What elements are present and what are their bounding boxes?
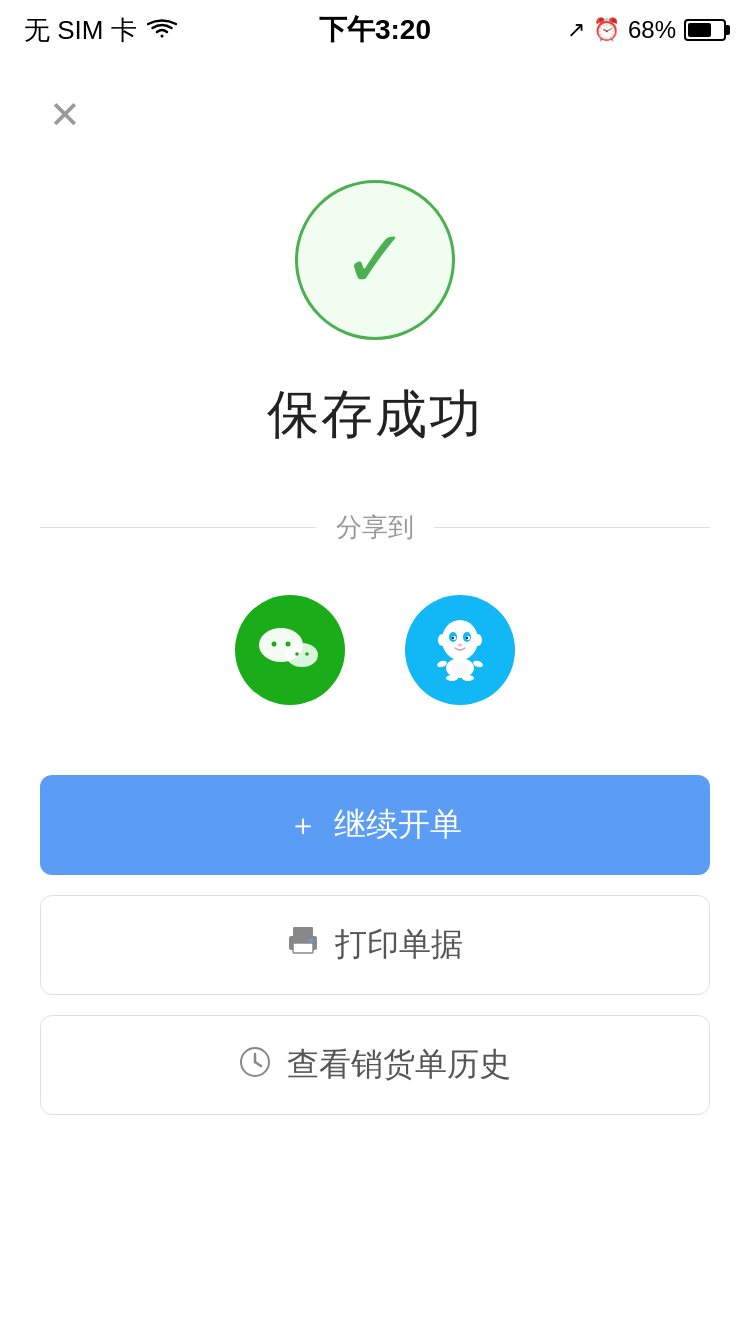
svg-rect-24	[293, 943, 313, 953]
svg-line-28	[255, 1062, 261, 1066]
svg-point-6	[442, 620, 478, 660]
svg-point-18	[462, 675, 474, 681]
continue-button[interactable]: ＋ 继续开单	[40, 775, 710, 875]
svg-rect-22	[293, 927, 313, 937]
svg-point-3	[286, 642, 291, 647]
svg-point-11	[452, 637, 454, 639]
continue-label: 继续开单	[334, 803, 462, 847]
printer-icon	[287, 927, 319, 964]
wechat-icon	[258, 623, 322, 677]
svg-point-1	[286, 643, 318, 667]
svg-point-21	[451, 662, 469, 674]
print-button[interactable]: 打印单据	[40, 895, 710, 995]
history-label: 查看销货单历史	[287, 1043, 511, 1087]
divider-line-right	[434, 527, 710, 528]
qq-share-button[interactable]	[405, 595, 515, 705]
svg-point-5	[305, 652, 309, 656]
status-left: 无 SIM 卡	[24, 13, 177, 48]
svg-point-2	[272, 642, 277, 647]
close-icon: ✕	[49, 96, 81, 134]
wifi-icon	[147, 19, 177, 41]
history-button[interactable]: 查看销货单历史	[40, 1015, 710, 1115]
alarm-icon: ⏰	[593, 17, 620, 43]
share-icons-container	[235, 595, 515, 705]
svg-point-15	[474, 634, 482, 646]
share-divider: 分享到	[40, 510, 710, 545]
main-content: ✕ ✓ 保存成功 分享到	[0, 60, 750, 1334]
action-buttons-container: ＋ 继续开单 打印单据	[40, 775, 710, 1115]
svg-point-4	[295, 652, 299, 656]
svg-point-12	[466, 637, 468, 639]
plus-icon: ＋	[288, 805, 318, 846]
divider-line-left	[40, 527, 316, 528]
svg-point-13	[458, 644, 462, 647]
status-right: ↗ ⏰ 68%	[567, 16, 726, 44]
svg-rect-25	[309, 939, 313, 942]
success-icon-container: ✓	[295, 180, 455, 340]
status-time: 下午3:20	[319, 11, 431, 49]
location-icon: ↗	[567, 17, 585, 43]
wechat-share-button[interactable]	[235, 595, 345, 705]
checkmark-icon: ✓	[342, 220, 409, 300]
success-title: 保存成功	[267, 380, 483, 450]
svg-point-17	[446, 675, 458, 681]
print-label: 打印单据	[335, 923, 463, 967]
battery-icon	[684, 19, 726, 41]
status-bar: 无 SIM 卡 下午3:20 ↗ ⏰ 68%	[0, 0, 750, 60]
qq-icon	[432, 618, 488, 682]
divider-label: 分享到	[336, 510, 414, 545]
svg-point-19	[436, 659, 447, 668]
clock-icon	[239, 1046, 271, 1085]
svg-point-20	[472, 659, 483, 668]
close-button[interactable]: ✕	[40, 90, 90, 140]
svg-point-14	[438, 634, 446, 646]
no-sim-text: 无 SIM 卡	[24, 13, 137, 48]
battery-percent: 68%	[628, 16, 676, 44]
